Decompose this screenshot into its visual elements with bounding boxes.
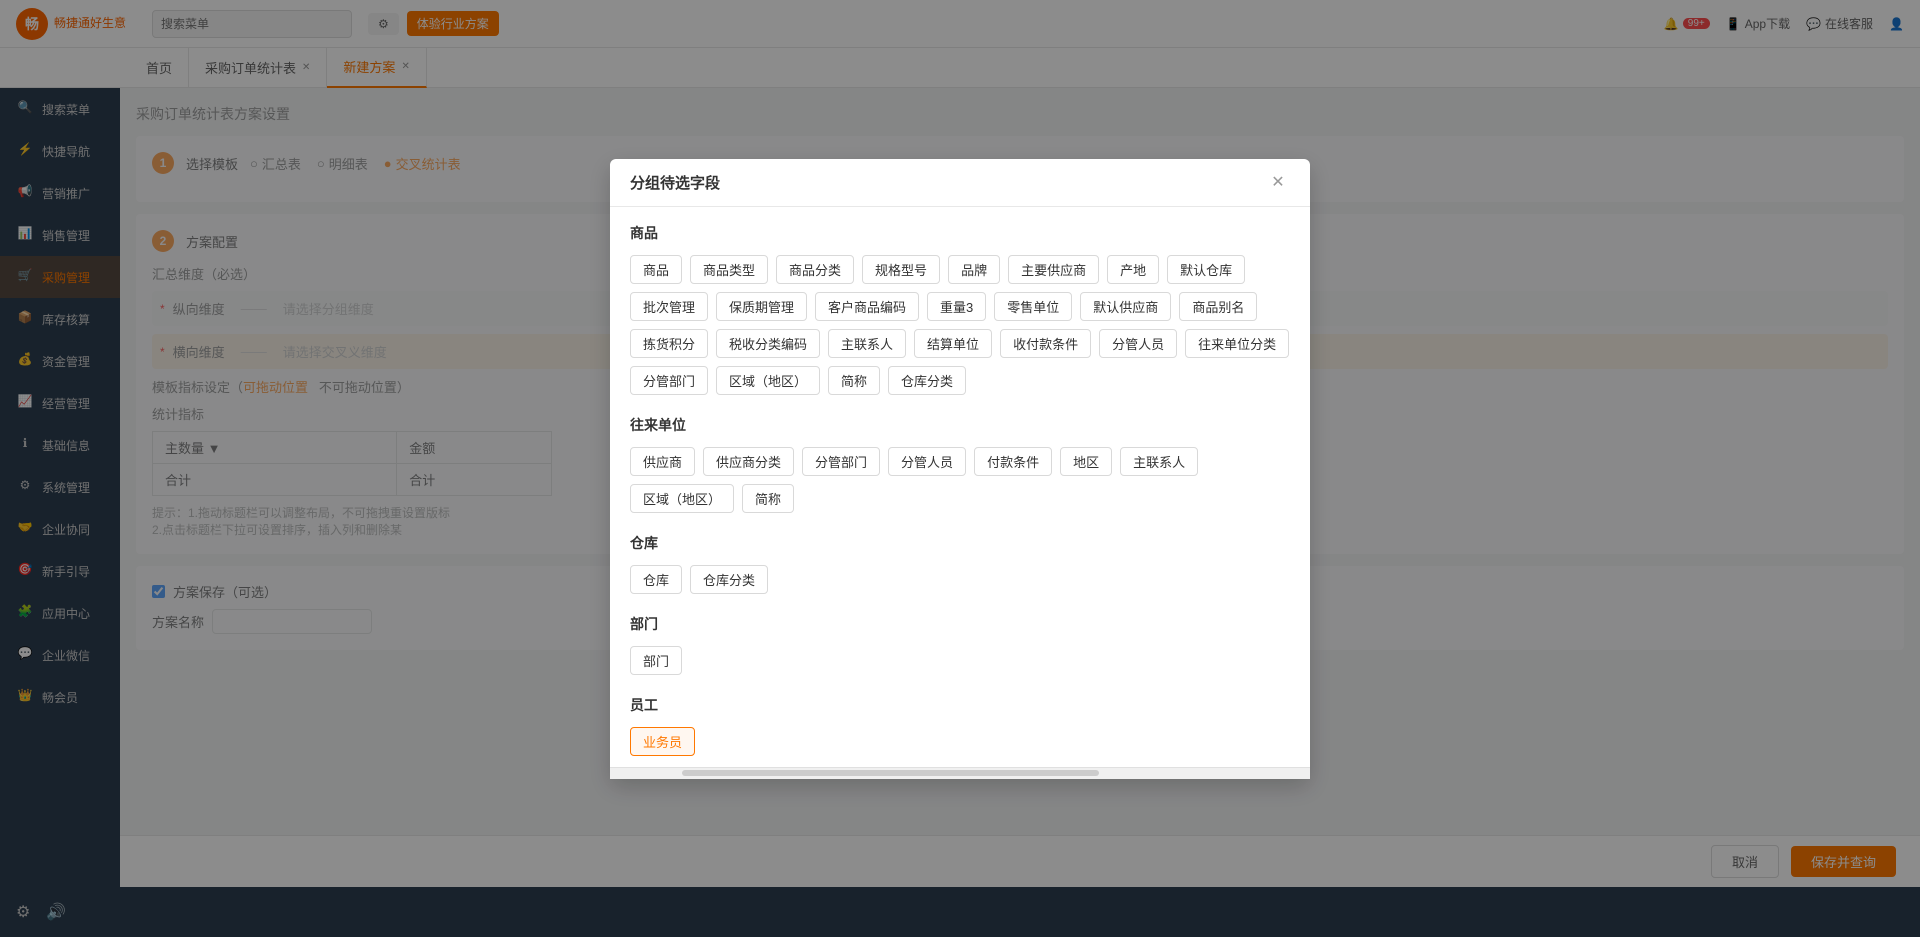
modal-title: 分组待选字段: [630, 172, 1266, 193]
h-scroll-thumb: [682, 770, 1100, 776]
field-tag-default-warehouse[interactable]: 默认仓库: [1167, 255, 1245, 284]
field-tag-customer-code[interactable]: 客户商品编码: [815, 292, 919, 321]
modal-overlay: 分组待选字段 ✕ 商品 商品 商品类型 商品分类 规格型号 品牌 主要供应商 产…: [0, 0, 1920, 937]
field-tag-goods[interactable]: 商品: [630, 255, 682, 284]
field-tag-manager2[interactable]: 分管人员: [888, 447, 966, 476]
field-tag-weight[interactable]: 重量3: [927, 292, 986, 321]
field-tag-department[interactable]: 部门: [630, 646, 682, 675]
field-tag-supplier-category[interactable]: 供应商分类: [703, 447, 794, 476]
section-products: 商品 商品 商品类型 商品分类 规格型号 品牌 主要供应商 产地 默认仓库 批次…: [630, 223, 1290, 395]
field-tag-settlement-unit[interactable]: 结算单位: [914, 329, 992, 358]
field-tag-goods-category[interactable]: 商品分类: [776, 255, 854, 284]
section-products-title: 商品: [630, 223, 1290, 243]
section-staff-title: 员工: [630, 695, 1290, 715]
field-tag-partner-category[interactable]: 往来单位分类: [1185, 329, 1289, 358]
modal: 分组待选字段 ✕ 商品 商品 商品类型 商品分类 规格型号 品牌 主要供应商 产…: [610, 159, 1310, 779]
modal-body[interactable]: 商品 商品 商品类型 商品分类 规格型号 品牌 主要供应商 产地 默认仓库 批次…: [610, 207, 1310, 767]
field-tag-manager[interactable]: 分管人员: [1099, 329, 1177, 358]
field-tag-warehouse-category[interactable]: 仓库分类: [888, 366, 966, 395]
section-warehouse-grid: 仓库 仓库分类: [630, 565, 1290, 594]
field-tag-batch-mgmt[interactable]: 批次管理: [630, 292, 708, 321]
modal-h-scrollbar[interactable]: [610, 767, 1310, 779]
section-department-title: 部门: [630, 614, 1290, 634]
field-tag-tax-code[interactable]: 税收分类编码: [716, 329, 820, 358]
section-partners-grid: 供应商 供应商分类 分管部门 分管人员 付款条件 地区 主联系人 区域（地区） …: [630, 447, 1290, 513]
field-tag-main-contact[interactable]: 主联系人: [828, 329, 906, 358]
section-staff: 员工 业务员: [630, 695, 1290, 756]
field-tag-main-supplier[interactable]: 主要供应商: [1008, 255, 1099, 284]
field-tag-dept[interactable]: 分管部门: [630, 366, 708, 395]
field-tag-goods-alias[interactable]: 商品别名: [1179, 292, 1257, 321]
modal-header: 分组待选字段 ✕: [610, 159, 1310, 207]
field-tag-pick-score[interactable]: 拣货积分: [630, 329, 708, 358]
field-tag-payment-cond[interactable]: 付款条件: [974, 447, 1052, 476]
field-tag-spec-model[interactable]: 规格型号: [862, 255, 940, 284]
modal-close-button[interactable]: ✕: [1266, 170, 1290, 194]
section-products-grid: 商品 商品类型 商品分类 规格型号 品牌 主要供应商 产地 默认仓库 批次管理 …: [630, 255, 1290, 395]
field-tag-main-contact2[interactable]: 主联系人: [1120, 447, 1198, 476]
section-warehouse: 仓库 仓库 仓库分类: [630, 533, 1290, 594]
section-partners: 往来单位 供应商 供应商分类 分管部门 分管人员 付款条件 地区 主联系人 区域…: [630, 415, 1290, 513]
field-tag-payment-terms[interactable]: 收付款条件: [1000, 329, 1091, 358]
section-department-grid: 部门: [630, 646, 1290, 675]
field-tag-quality-mgmt[interactable]: 保质期管理: [716, 292, 807, 321]
section-staff-grid: 业务员: [630, 727, 1290, 756]
field-tag-area2[interactable]: 区域（地区）: [630, 484, 734, 513]
section-partners-title: 往来单位: [630, 415, 1290, 435]
field-tag-dept2[interactable]: 分管部门: [802, 447, 880, 476]
field-tag-short-name[interactable]: 简称: [828, 366, 880, 395]
field-tag-area[interactable]: 区域（地区）: [716, 366, 820, 395]
field-tag-goods-type[interactable]: 商品类型: [690, 255, 768, 284]
field-tag-default-supplier[interactable]: 默认供应商: [1080, 292, 1171, 321]
field-tag-supplier[interactable]: 供应商: [630, 447, 695, 476]
field-tag-origin[interactable]: 产地: [1107, 255, 1159, 284]
field-tag-region[interactable]: 地区: [1060, 447, 1112, 476]
field-tag-brand[interactable]: 品牌: [948, 255, 1000, 284]
field-tag-warehouse[interactable]: 仓库: [630, 565, 682, 594]
section-warehouse-title: 仓库: [630, 533, 1290, 553]
field-tag-warehouse-cat[interactable]: 仓库分类: [690, 565, 768, 594]
section-department: 部门 部门: [630, 614, 1290, 675]
field-tag-short-name2[interactable]: 简称: [742, 484, 794, 513]
field-tag-salesperson[interactable]: 业务员: [630, 727, 695, 756]
field-tag-retail-unit[interactable]: 零售单位: [994, 292, 1072, 321]
